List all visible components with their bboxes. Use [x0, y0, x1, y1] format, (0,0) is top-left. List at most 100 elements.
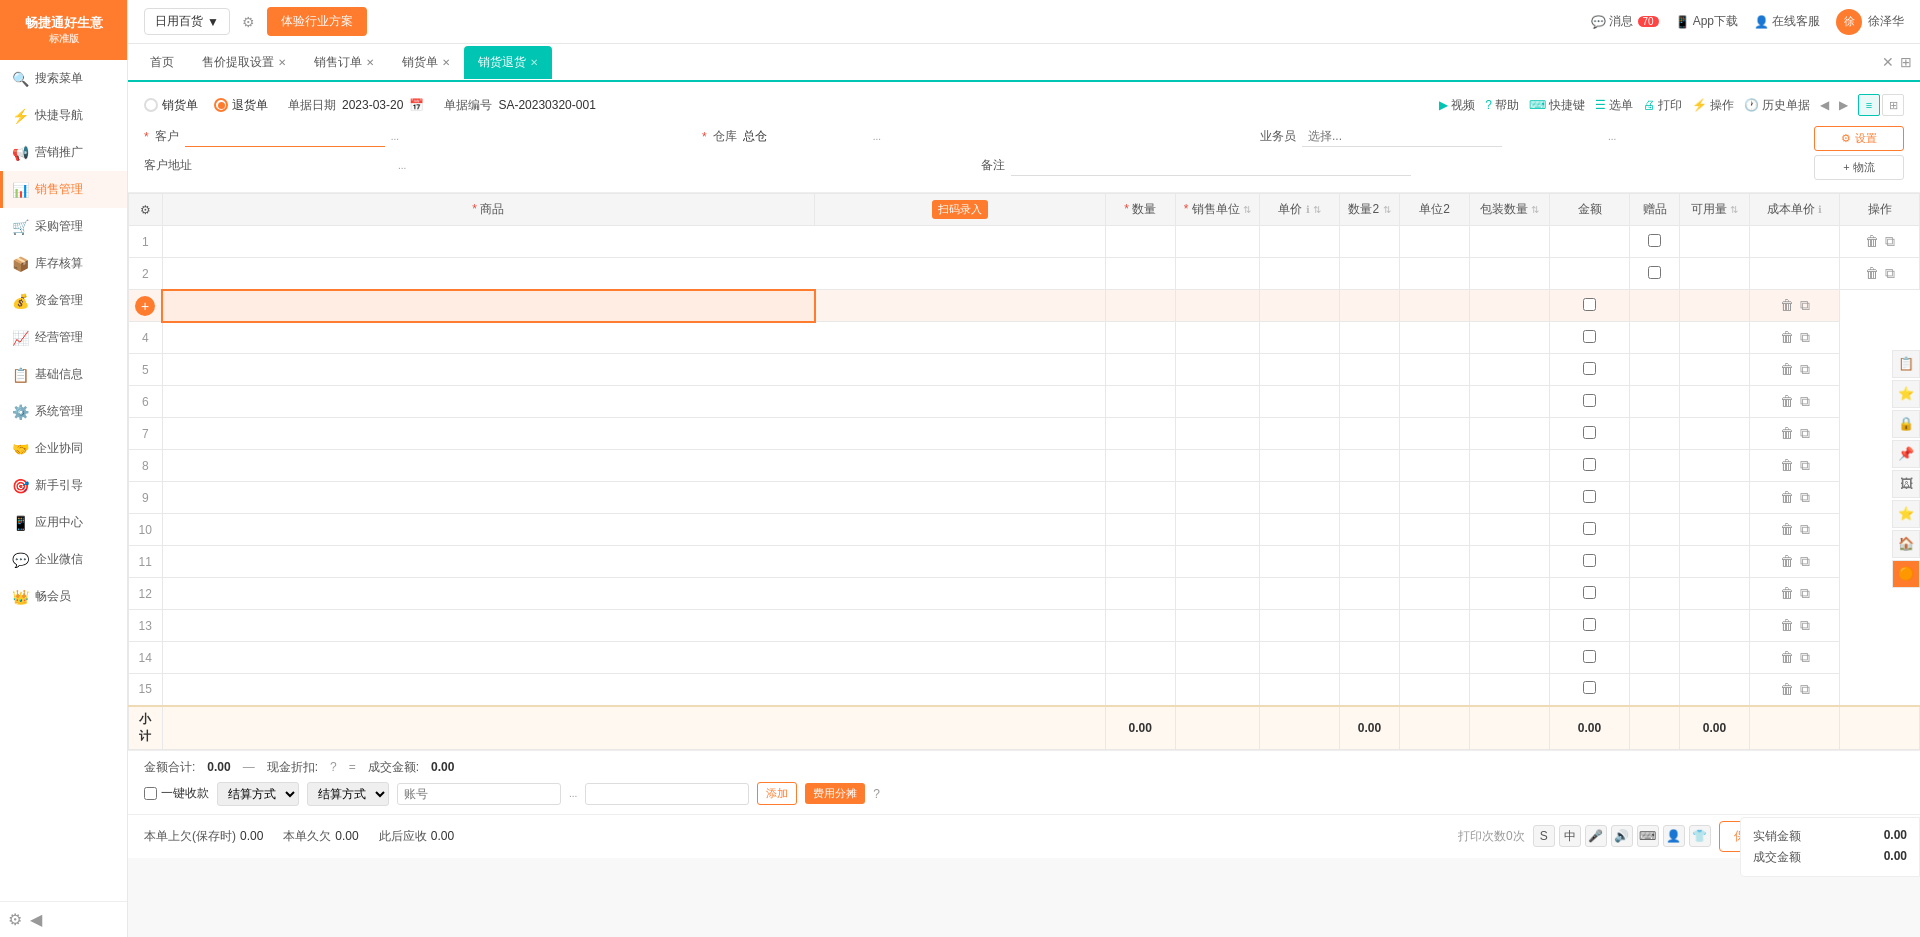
sidebar-item-sales[interactable]: 📊 销售管理	[0, 171, 127, 208]
online-service-link[interactable]: 👤 在线客服	[1754, 13, 1820, 30]
close-price-setting-icon[interactable]: ✕	[278, 57, 286, 68]
amount-cell-2[interactable]	[1550, 258, 1630, 290]
sidebar-item-search[interactable]: 🔍 搜索菜单	[0, 60, 127, 97]
account-dots[interactable]: ...	[569, 788, 577, 799]
daily-select[interactable]: 日用百货 ▼	[144, 8, 230, 35]
delete-row-5-icon[interactable]: 🗑	[1780, 361, 1794, 378]
icon-s[interactable]: S	[1533, 825, 1555, 847]
close-sales-order-icon[interactable]: ✕	[366, 57, 374, 68]
delete-row-9-icon[interactable]: 🗑	[1780, 489, 1794, 506]
sidebar-item-purchase[interactable]: 🛒 采购管理	[0, 208, 127, 245]
copy-row-5-icon[interactable]: ⧉	[1800, 361, 1810, 378]
settings-bottom-icon[interactable]: ⚙	[8, 910, 22, 929]
qty2-cell-3[interactable]	[1260, 290, 1340, 322]
salesperson-input[interactable]	[1302, 126, 1502, 147]
delete-row-2-icon[interactable]: 🗑	[1865, 265, 1879, 282]
avail-cell-2[interactable]	[1680, 258, 1750, 290]
copy-row-4-icon[interactable]: ⧉	[1800, 329, 1810, 346]
sidebar-item-member[interactable]: 👑 畅会员	[0, 578, 127, 615]
th-scan[interactable]: 扫码录入	[815, 194, 1106, 226]
logistics-side-btn[interactable]: + 物流	[1814, 155, 1904, 180]
action-help[interactable]: ? 帮助	[1485, 97, 1519, 114]
sidebar-item-wechat[interactable]: 💬 企业微信	[0, 541, 127, 578]
icon-zh[interactable]: 中	[1559, 825, 1581, 847]
delete-row-4-icon[interactable]: 🗑	[1780, 329, 1794, 346]
price-cell-1[interactable]	[1260, 226, 1340, 258]
delete-row-10-icon[interactable]: 🗑	[1780, 521, 1794, 538]
goods-cell-3[interactable]	[162, 290, 815, 322]
pack-cell-3[interactable]	[1400, 290, 1470, 322]
sidebar-item-marketing[interactable]: 📢 营销推广	[0, 134, 127, 171]
one-click-pay-checkbox[interactable]	[144, 787, 157, 800]
grid-view-icon[interactable]: ⊞	[1882, 94, 1904, 116]
amount-cell-3[interactable]	[1470, 290, 1550, 322]
unit2-cell-2[interactable]	[1400, 258, 1470, 290]
sidebar-item-newuser[interactable]: 🎯 新手引导	[0, 467, 127, 504]
delete-row-13-icon[interactable]: 🗑	[1780, 617, 1794, 634]
sidebar-item-system[interactable]: ⚙️ 系统管理	[0, 393, 127, 430]
price-cell-3[interactable]	[1175, 290, 1259, 322]
close-sales-delivery-icon[interactable]: ✕	[442, 57, 450, 68]
user-area[interactable]: 徐 徐泽华	[1836, 9, 1904, 35]
copy-row-14-icon[interactable]: ⧉	[1800, 649, 1810, 666]
collapse-icon[interactable]: ◀	[30, 910, 42, 929]
tab-price-setting[interactable]: 售价提取设置 ✕	[188, 46, 300, 79]
delete-row-11-icon[interactable]: 🗑	[1780, 553, 1794, 570]
sidebar-item-finance[interactable]: 💰 资金管理	[0, 282, 127, 319]
action-select[interactable]: ☰ 选单	[1595, 97, 1633, 114]
copy-row-1-icon[interactable]: ⧉	[1885, 233, 1895, 250]
copy-row-2-icon[interactable]: ⧉	[1885, 265, 1895, 282]
gift-checkbox-2[interactable]	[1648, 266, 1661, 279]
goods-cell-4[interactable]	[162, 322, 1105, 354]
info-cost-icon[interactable]: ℹ	[1818, 204, 1822, 215]
tab-sales-order[interactable]: 销售订单 ✕	[300, 46, 388, 79]
avail-cell-1[interactable]	[1680, 226, 1750, 258]
copy-row-12-icon[interactable]: ⧉	[1800, 585, 1810, 602]
pack-cell-1[interactable]	[1470, 226, 1550, 258]
tab-sales-delivery[interactable]: 销货单 ✕	[388, 46, 464, 79]
radio-sales-return[interactable]: 退货单	[214, 97, 268, 114]
copy-row-9-icon[interactable]: ⧉	[1800, 489, 1810, 506]
copy-row-6-icon[interactable]: ⧉	[1800, 393, 1810, 410]
radio-sales-delivery[interactable]: 销货单	[144, 97, 198, 114]
salesperson-dots[interactable]: ...	[1608, 131, 1616, 142]
action-print[interactable]: 🖨 打印	[1643, 97, 1682, 114]
unit-cell-1[interactable]	[1175, 226, 1259, 258]
calc-method-select[interactable]: 结算方式	[307, 782, 389, 806]
copy-row-8-icon[interactable]: ⧉	[1800, 457, 1810, 474]
icon-speaker[interactable]: 🔊	[1611, 825, 1633, 847]
goods-cell-1[interactable]	[162, 226, 1105, 258]
customer-input[interactable]	[185, 126, 385, 147]
maximize-tab-icon[interactable]: ⊞	[1900, 54, 1912, 70]
amount-input[interactable]	[585, 783, 749, 805]
customer-dots[interactable]: ...	[391, 131, 399, 142]
app-download-link[interactable]: 📱 App下载	[1675, 13, 1738, 30]
icon-t-shirt[interactable]: 👕	[1689, 825, 1711, 847]
goods-cell-2[interactable]	[162, 258, 1105, 290]
gift-checkbox-3[interactable]	[1583, 298, 1596, 311]
qty2-cell-1[interactable]	[1340, 226, 1400, 258]
tab-sales-return[interactable]: 销货退货 ✕	[464, 46, 552, 79]
qty-cell-1[interactable]	[1105, 226, 1175, 258]
sidebar-item-shortcut[interactable]: ⚡ 快捷导航	[0, 97, 127, 134]
cost-cell-3[interactable]	[1680, 290, 1750, 322]
add-payment-btn[interactable]: 添加	[757, 782, 797, 805]
cash-discount-help-icon[interactable]: ?	[330, 760, 337, 774]
unit2-cell-1[interactable]	[1400, 226, 1470, 258]
add-row-btn[interactable]: +	[135, 296, 155, 316]
add-row-btn-cell[interactable]: +	[129, 290, 163, 322]
sort-avail-icon[interactable]: ⇅	[1730, 204, 1738, 215]
scan-btn[interactable]: 扫码录入	[932, 200, 988, 219]
prev-record-icon[interactable]: ◀	[1820, 98, 1829, 112]
fee-split-btn[interactable]: 费用分摊	[805, 783, 865, 804]
qty-cell-2[interactable]	[1105, 258, 1175, 290]
float-icon-fav[interactable]: ⭐	[1892, 500, 1920, 528]
icon-person[interactable]: 👤	[1663, 825, 1685, 847]
qty-cell-3[interactable]	[815, 290, 1106, 322]
unit2-cell-3[interactable]	[1340, 290, 1400, 322]
float-icon-clipboard[interactable]: 📋	[1892, 350, 1920, 378]
close-sales-return-icon[interactable]: ✕	[530, 57, 538, 68]
one-click-pay-label[interactable]: 一键收款	[144, 785, 209, 802]
delete-row-6-icon[interactable]: 🗑	[1780, 393, 1794, 410]
topbar-gear-icon[interactable]: ⚙	[242, 14, 255, 30]
